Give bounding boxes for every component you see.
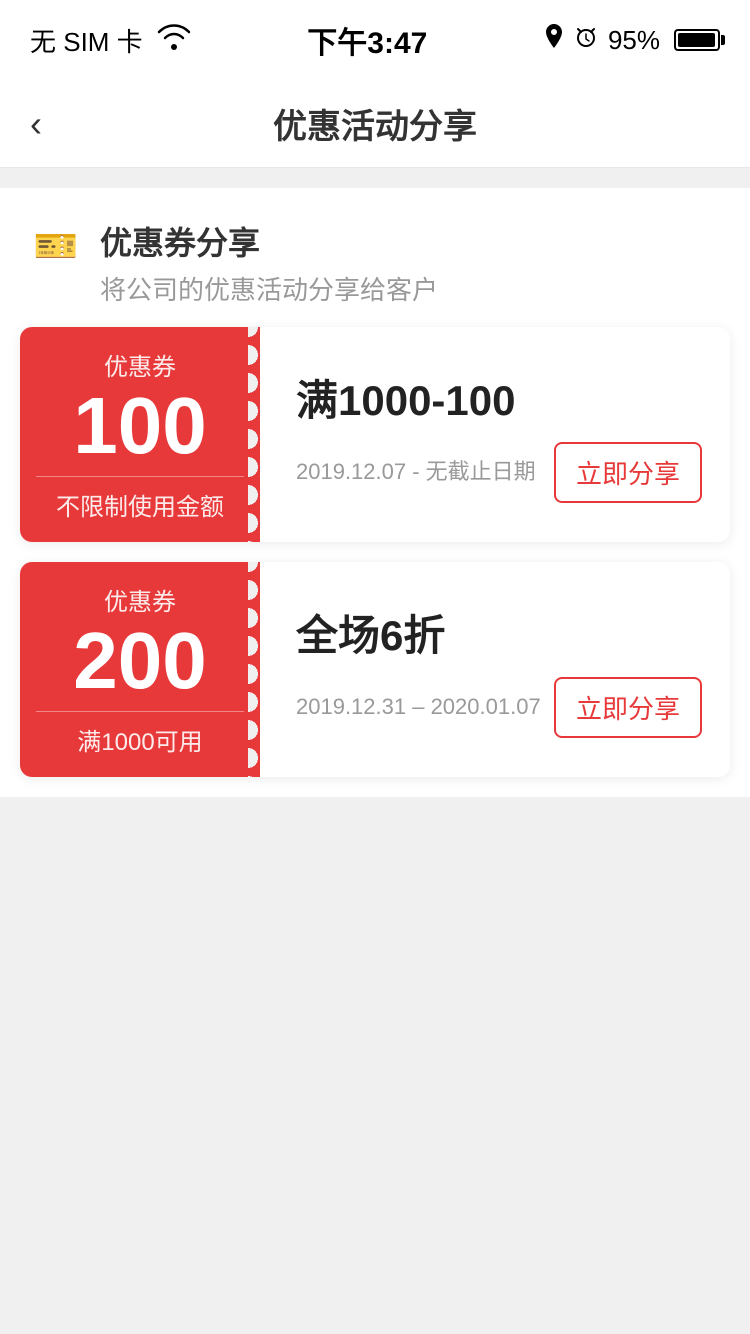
coupon-list: 优惠券 100 不限制使用金额 满1000-100 2019.12.07 - 无…: [0, 327, 750, 797]
share-button-1[interactable]: 立即分享: [554, 442, 702, 503]
section-text-group: 优惠券分享 将公司的优惠活动分享给客户: [100, 218, 438, 307]
coupon-name-1: 满1000-100: [296, 367, 702, 428]
status-left: 无 SIM 卡: [30, 22, 191, 59]
battery-percent: 95%: [608, 25, 660, 56]
coupon-label-2: 优惠券: [104, 582, 176, 617]
location-icon: [544, 24, 564, 57]
coupon-bottom-row-1: 2019.12.07 - 无截止日期 立即分享: [296, 442, 702, 503]
coupon-condition-2: 满1000可用: [77, 722, 202, 757]
alarm-icon: [574, 24, 598, 57]
section-divider: [0, 168, 750, 188]
battery-icon: [674, 29, 720, 51]
coupon-label-1: 优惠券: [104, 347, 176, 382]
status-right: 95%: [544, 24, 720, 57]
coupon-card-1: 优惠券 100 不限制使用金额 满1000-100 2019.12.07 - 无…: [20, 327, 730, 542]
coupon-date-2: 2019.12.31 – 2020.01.07: [296, 692, 544, 723]
coupon-card-2: 优惠券 200 满1000可用 全场6折 2019.12.31 – 2020.0…: [20, 562, 730, 777]
coupon-name-2: 全场6折: [296, 602, 702, 663]
nav-bar: ‹ 优惠活动分享: [0, 80, 750, 168]
page-title: 优惠活动分享: [273, 99, 477, 148]
wifi-icon: [157, 24, 191, 57]
coupon-date-1: 2019.12.07 - 无截止日期: [296, 457, 544, 488]
coupon-bottom-row-2: 2019.12.31 – 2020.01.07 立即分享: [296, 677, 702, 738]
status-time: 下午3:47: [307, 18, 427, 62]
coupon-value-2: 200: [73, 621, 206, 701]
status-bar: 无 SIM 卡 下午3:47 95%: [0, 0, 750, 80]
section-title: 优惠券分享: [100, 218, 438, 264]
coupon-icon: 🎫: [30, 220, 82, 272]
carrier-text: 无 SIM 卡: [30, 22, 143, 59]
section-header: 🎫 优惠券分享 将公司的优惠活动分享给客户: [0, 188, 750, 327]
coupon-divider-2: [36, 711, 244, 712]
coupon-left-2: 优惠券 200 满1000可用: [20, 562, 260, 777]
coupon-right-1: 满1000-100 2019.12.07 - 无截止日期 立即分享: [260, 327, 730, 542]
share-button-2[interactable]: 立即分享: [554, 677, 702, 738]
bottom-empty: [0, 797, 750, 1297]
coupon-condition-1: 不限制使用金额: [56, 487, 224, 522]
coupon-value-1: 100: [73, 386, 206, 466]
section-subtitle: 将公司的优惠活动分享给客户: [100, 270, 438, 307]
coupon-divider-1: [36, 476, 244, 477]
coupon-right-2: 全场6折 2019.12.31 – 2020.01.07 立即分享: [260, 562, 730, 777]
coupon-left-1: 优惠券 100 不限制使用金额: [20, 327, 260, 542]
back-button[interactable]: ‹: [30, 103, 42, 145]
